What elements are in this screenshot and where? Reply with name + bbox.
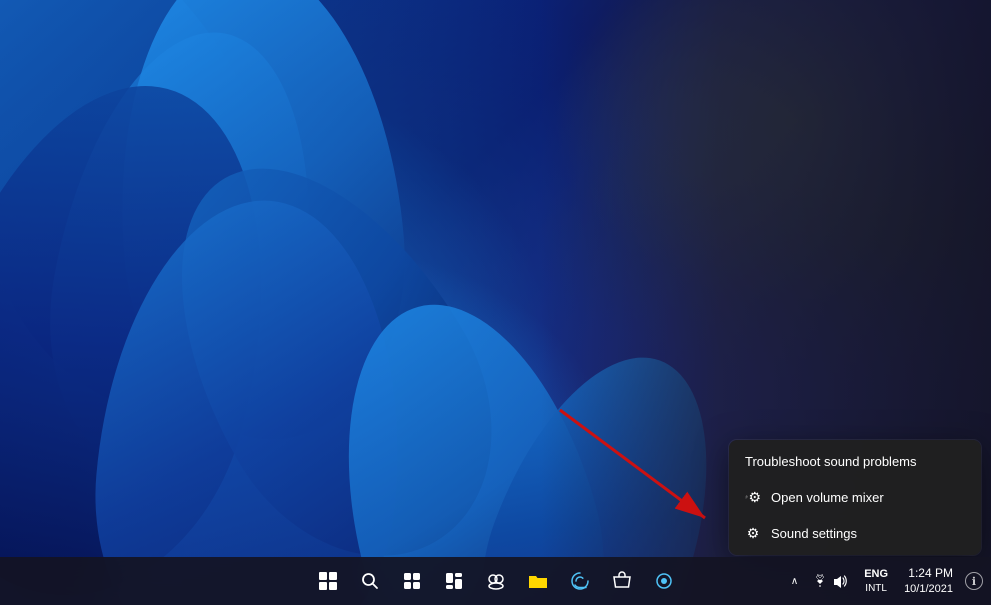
clock-time: 1:24 PM — [908, 565, 953, 582]
edge-icon — [570, 571, 590, 591]
cortana-icon — [654, 571, 674, 591]
taskbar: ∧ ENG INTL — [0, 557, 991, 605]
widgets-button[interactable] — [434, 561, 474, 601]
troubleshoot-sound-menu-item[interactable]: Troubleshoot sound problems — [729, 444, 981, 479]
store-button[interactable] — [602, 561, 642, 601]
language-indicator[interactable]: ENG INTL — [860, 565, 892, 596]
clock-date: 10/1/2021 — [904, 582, 953, 597]
file-explorer-icon — [528, 572, 548, 590]
task-view-icon — [403, 572, 421, 590]
lang-bottom-label: INTL — [865, 582, 887, 595]
open-volume-mixer-menu-item[interactable]: ⚙ Open volume mixer — [729, 479, 981, 515]
volume-icon — [832, 574, 848, 588]
tray-chevron-button[interactable]: ∧ — [789, 572, 800, 591]
cortana-button[interactable] — [644, 561, 684, 601]
file-explorer-button[interactable] — [518, 561, 558, 601]
store-icon — [612, 571, 632, 591]
chat-button[interactable] — [476, 561, 516, 601]
sound-settings-menu-item[interactable]: ⚙ Sound settings — [729, 515, 981, 551]
taskbar-right: ∧ ENG INTL — [789, 563, 991, 599]
start-button[interactable] — [308, 561, 348, 601]
lang-top-label: ENG — [864, 567, 888, 581]
sound-settings-gear-icon: ⚙ — [745, 525, 761, 541]
search-button[interactable] — [350, 561, 390, 601]
sound-settings-label: Sound settings — [771, 526, 857, 541]
windows-logo-icon — [319, 572, 337, 590]
tray-icons-group[interactable] — [806, 570, 854, 592]
task-view-button[interactable] — [392, 561, 432, 601]
context-menu: Troubleshoot sound problems ⚙ Open volum… — [729, 440, 981, 555]
desktop: Troubleshoot sound problems ⚙ Open volum… — [0, 0, 991, 605]
network-icon — [812, 574, 828, 588]
info-icon-label: ℹ — [972, 575, 976, 588]
edge-button[interactable] — [560, 561, 600, 601]
notification-info-button[interactable]: ℹ — [965, 572, 983, 590]
troubleshoot-sound-label: Troubleshoot sound problems — [745, 454, 917, 469]
taskbar-center — [308, 561, 684, 601]
volume-mixer-gear-icon: ⚙ — [745, 489, 761, 505]
clock[interactable]: 1:24 PM 10/1/2021 — [898, 563, 959, 599]
volume-mixer-label: Open volume mixer — [771, 490, 884, 505]
search-icon — [361, 572, 379, 590]
widgets-icon — [445, 572, 463, 590]
chat-icon — [486, 572, 506, 590]
